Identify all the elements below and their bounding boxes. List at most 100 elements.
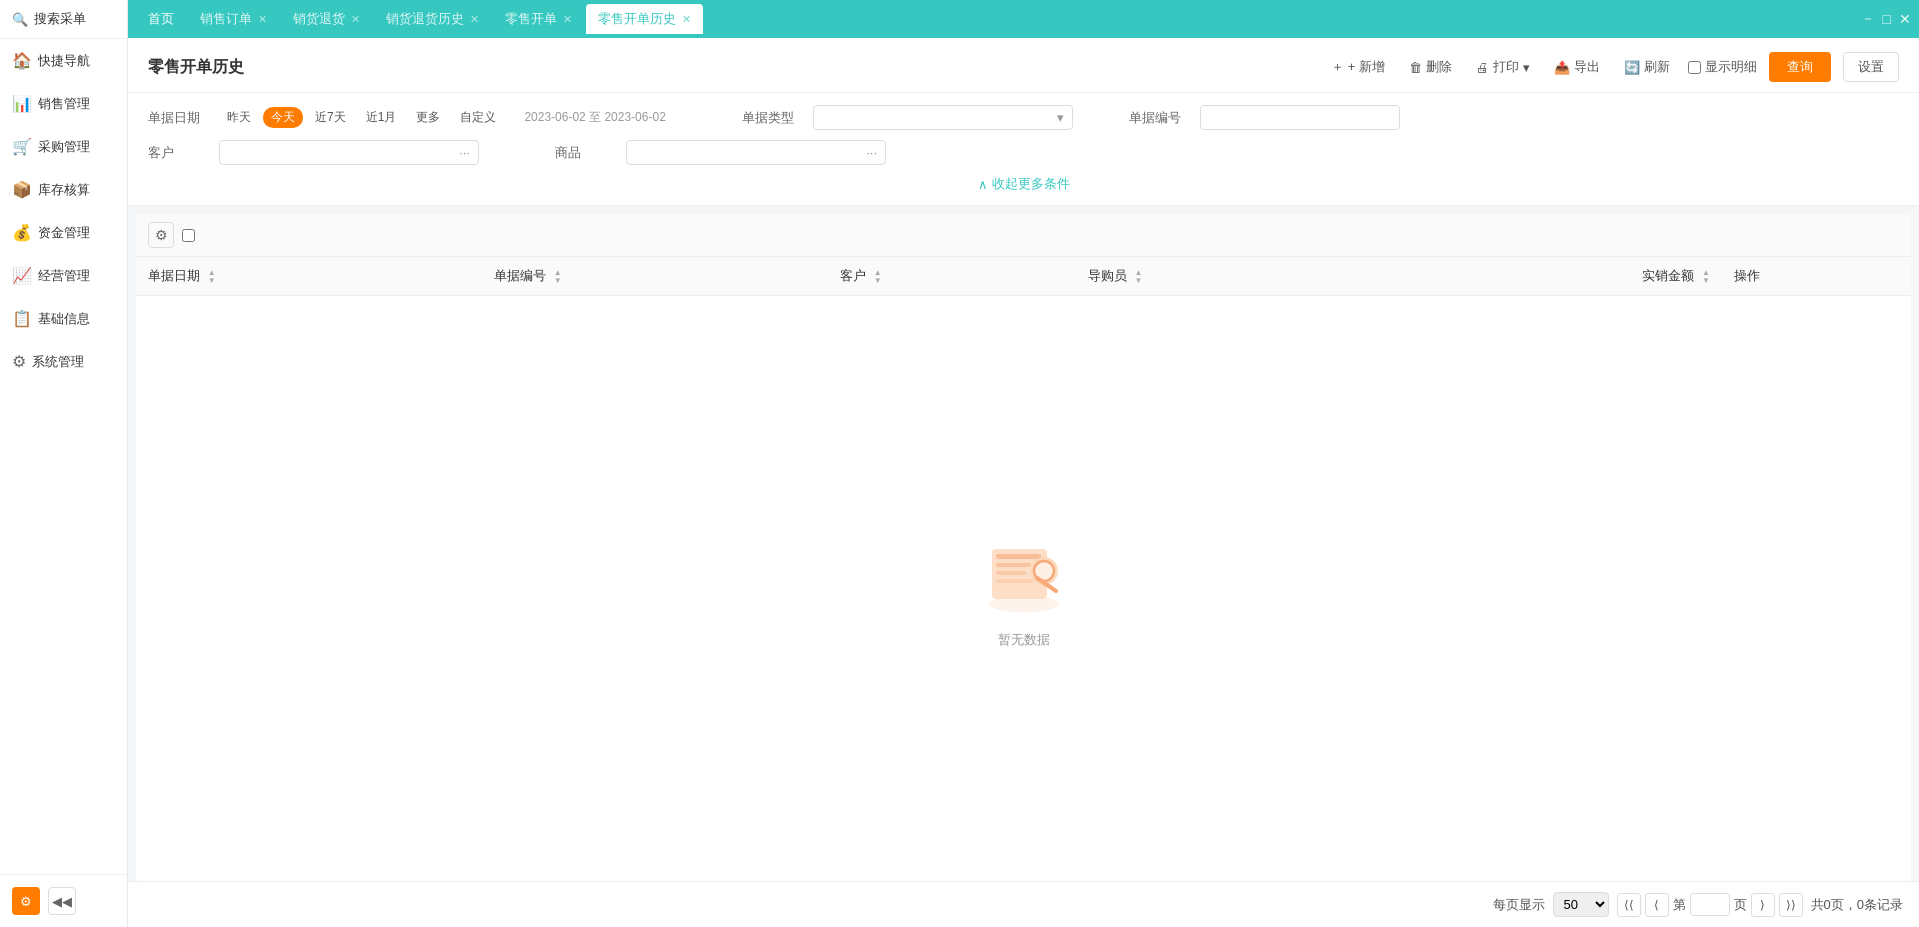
page-title: 零售开单历史 — [148, 57, 244, 78]
sidebar-item-sales-mgmt[interactable]: 📊 销售管理 — [0, 82, 127, 125]
date-btn-today[interactable]: 今天 — [263, 107, 303, 128]
goods-filter-label: 商品 — [555, 144, 610, 162]
page-number-input[interactable]: 1 — [1690, 893, 1730, 916]
select-all-checkbox[interactable] — [182, 229, 195, 242]
content-area: 零售开单历史 ＋ + 新增 🗑 删除 🖨 打印 ▾ 📤 导出 — [128, 38, 1919, 927]
customer-filter-select[interactable]: ··· — [219, 140, 479, 165]
tab-sales-return[interactable]: 销货退货 ✕ — [281, 4, 372, 34]
settings-button[interactable]: 设置 — [1843, 52, 1899, 82]
per-page-select[interactable]: 50 100 200 — [1553, 892, 1609, 917]
table-settings-button[interactable]: ⚙ — [148, 222, 174, 248]
show-detail-checkbox[interactable] — [1688, 61, 1701, 74]
show-detail-toggle[interactable]: 显示明细 — [1688, 58, 1757, 76]
sidebar-item-label: 经营管理 — [38, 267, 90, 285]
date-btn-1month[interactable]: 近1月 — [358, 107, 405, 128]
pagination: 每页显示 50 100 200 ⟨⟨ ⟨ 第 1 页 ⟩ ⟩⟩ 共0页，0条记录 — [128, 881, 1919, 927]
sidebar-item-fund-mgmt[interactable]: 💰 资金管理 — [0, 211, 127, 254]
tab-retail-open-close[interactable]: ✕ — [563, 13, 572, 26]
add-icon: ＋ — [1331, 58, 1344, 76]
window-min-button[interactable]: － — [1861, 10, 1875, 28]
sidebar-item-label: 采购管理 — [38, 138, 90, 156]
tab-retail-open-history-close[interactable]: ✕ — [682, 13, 691, 26]
col-action: 操作 — [1722, 257, 1911, 296]
tab-sales-return-history-label: 销货退货历史 — [386, 10, 464, 28]
sidebar-item-label: 系统管理 — [32, 353, 84, 371]
stats-icon: 📈 — [12, 266, 32, 285]
sort-amount-icon[interactable]: ▲▼ — [1702, 269, 1710, 285]
tab-sales-return-history[interactable]: 销货退货历史 ✕ — [374, 4, 491, 34]
sidebar-bottom: ⚙ ◀◀ — [0, 874, 127, 927]
print-button[interactable]: 🖨 打印 ▾ — [1470, 54, 1536, 80]
sort-number-icon[interactable]: ▲▼ — [554, 269, 562, 285]
collapse-filter-button[interactable]: ∧ 收起更多条件 — [978, 175, 1070, 193]
table-header-bar: ⚙ — [136, 214, 1911, 257]
sidebar: 🔍 搜索采单 🏠 快捷导航 📊 销售管理 🛒 采购管理 📦 库存核算 💰 资金管… — [0, 0, 128, 927]
page-label: 第 — [1673, 896, 1686, 914]
type-select-arrow: ▾ — [1057, 110, 1064, 125]
number-filter-label: 单据编号 — [1129, 109, 1184, 127]
next-page-button[interactable]: ⟩ — [1751, 893, 1775, 917]
sidebar-item-purchase-mgmt[interactable]: 🛒 采购管理 — [0, 125, 127, 168]
total-info: 共0页，0条记录 — [1811, 896, 1903, 914]
col-customer-label: 客户 — [840, 268, 866, 283]
tab-retail-open-history[interactable]: 零售开单历史 ✕ — [586, 4, 703, 34]
refresh-button[interactable]: 🔄 刷新 — [1618, 54, 1676, 80]
last-page-button[interactable]: ⟩⟩ — [1779, 893, 1803, 917]
show-detail-label: 显示明细 — [1705, 58, 1757, 76]
sidebar-item-sys-mgmt[interactable]: ⚙ 系统管理 — [0, 340, 127, 383]
tab-sales-return-history-close[interactable]: ✕ — [470, 13, 479, 26]
goods-filter-select[interactable]: ··· — [626, 140, 886, 165]
gear-button[interactable]: ⚙ — [12, 887, 40, 915]
first-page-button[interactable]: ⟨⟨ — [1617, 893, 1641, 917]
query-button[interactable]: + 新增查询 — [1769, 52, 1831, 82]
window-close-button[interactable]: ✕ — [1899, 11, 1911, 27]
tab-sales-return-close[interactable]: ✕ — [351, 13, 360, 26]
sidebar-item-stock-calc[interactable]: 📦 库存核算 — [0, 168, 127, 211]
svg-rect-5 — [996, 579, 1034, 583]
sort-salesperson-icon[interactable]: ▲▼ — [1135, 269, 1143, 285]
chart-icon: 📊 — [12, 94, 32, 113]
svg-rect-2 — [996, 554, 1041, 559]
tab-home[interactable]: 首页 — [136, 4, 186, 34]
date-range-display: 2023-06-02 至 2023-06-02 — [524, 109, 665, 126]
chevron-up-icon: ∧ — [978, 177, 988, 192]
refresh-label: 刷新 — [1644, 58, 1670, 76]
print-label: 打印 — [1493, 58, 1519, 76]
tab-retail-open-history-label: 零售开单历史 — [598, 10, 676, 28]
col-salesperson-label: 导购员 — [1088, 268, 1127, 283]
sidebar-item-label: 快捷导航 — [38, 52, 90, 70]
table-area: ⚙ 单据日期 ▲▼ 单据编号 ▲▼ 客户 — [136, 214, 1911, 881]
filter-area: 单据日期 昨天 今天 近7天 近1月 更多 自定义 2023-06-02 至 2… — [128, 93, 1919, 206]
customer-filter-label: 客户 — [148, 144, 203, 162]
sort-date-icon[interactable]: ▲▼ — [208, 269, 216, 285]
window-max-button[interactable]: □ — [1883, 11, 1891, 27]
type-filter-select[interactable]: ▾ — [813, 105, 1073, 130]
tab-sales-order[interactable]: 销售订单 ✕ — [188, 4, 279, 34]
date-btn-yesterday[interactable]: 昨天 — [219, 107, 259, 128]
svg-rect-4 — [996, 571, 1026, 575]
export-button[interactable]: 📤 导出 — [1548, 54, 1606, 80]
sort-customer-icon[interactable]: ▲▼ — [874, 269, 882, 285]
col-customer: 客户 ▲▼ — [828, 257, 1076, 296]
number-filter-input[interactable] — [1200, 105, 1400, 130]
sidebar-search-label: 搜索采单 — [34, 10, 86, 28]
sidebar-item-quick-nav[interactable]: 🏠 快捷导航 — [0, 39, 127, 82]
home-icon: 🏠 — [12, 51, 32, 70]
sidebar-collapse-button[interactable]: ◀◀ — [48, 887, 76, 915]
sidebar-item-base-info[interactable]: 📋 基础信息 — [0, 297, 127, 340]
add-button[interactable]: ＋ + 新增 — [1325, 54, 1391, 80]
date-btn-more[interactable]: 更多 — [408, 107, 448, 128]
date-btn-7days[interactable]: 近7天 — [307, 107, 354, 128]
col-number-label: 单据编号 — [494, 268, 546, 283]
tab-sales-order-close[interactable]: ✕ — [258, 13, 267, 26]
col-date-label: 单据日期 — [148, 268, 200, 283]
prev-page-button[interactable]: ⟨ — [1645, 893, 1669, 917]
type-filter-label: 单据类型 — [742, 109, 797, 127]
sidebar-search[interactable]: 🔍 搜索采单 — [0, 0, 127, 39]
sidebar-item-biz-mgmt[interactable]: 📈 经营管理 — [0, 254, 127, 297]
delete-button[interactable]: 🗑 删除 — [1403, 54, 1458, 80]
col-amount-label: 实销金额 — [1642, 268, 1694, 283]
date-btn-custom[interactable]: 自定义 — [452, 107, 504, 128]
export-icon: 📤 — [1554, 60, 1570, 75]
tab-retail-open[interactable]: 零售开单 ✕ — [493, 4, 584, 34]
